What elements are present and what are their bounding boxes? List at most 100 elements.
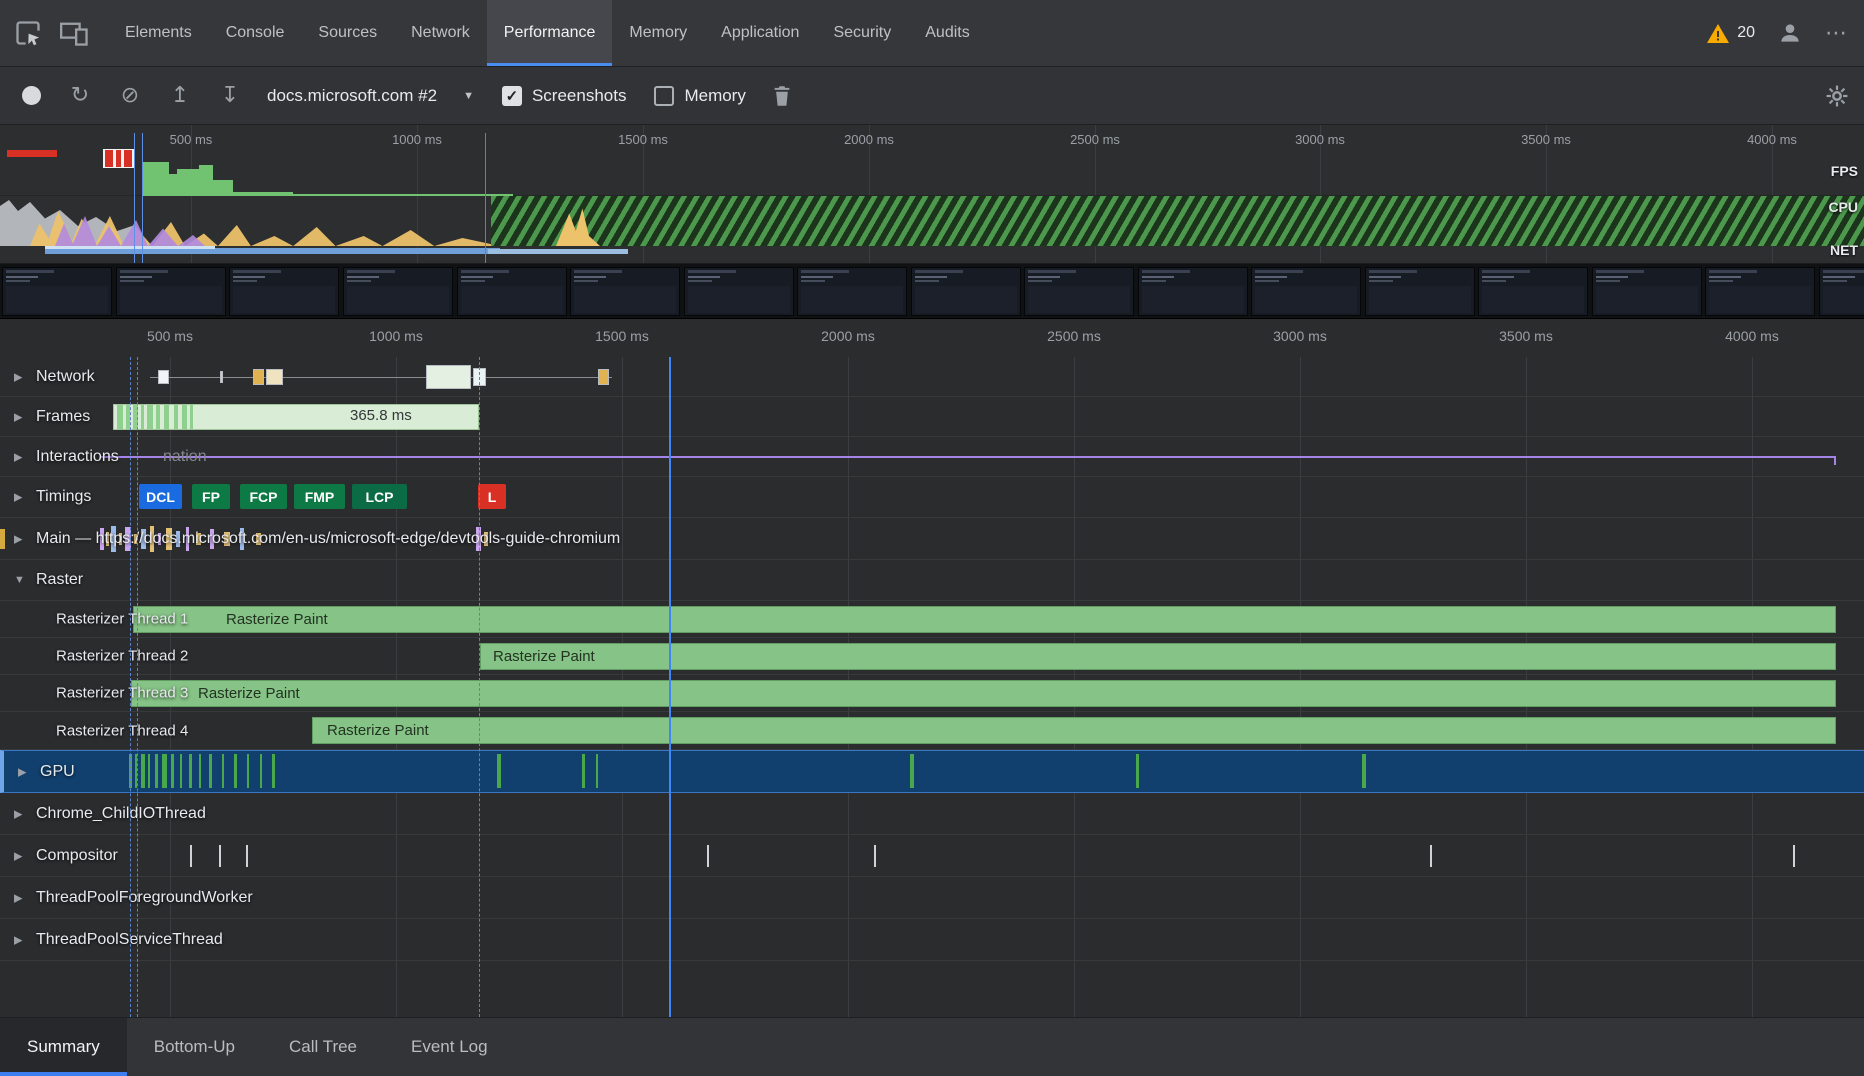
disclosure-arrow-icon[interactable]: ▶ xyxy=(14,410,22,423)
screenshot-thumbnail[interactable] xyxy=(684,267,794,316)
user-icon[interactable] xyxy=(1777,20,1803,46)
track-interactions[interactable]: ▶ Interactions nation xyxy=(0,437,1864,477)
screenshot-thumbnail[interactable] xyxy=(457,267,567,316)
screenshot-thumbnail[interactable] xyxy=(1819,267,1864,316)
screenshot-thumbnail[interactable] xyxy=(797,267,907,316)
disclosure-arrow-icon[interactable]: ▼ xyxy=(14,574,25,586)
track-threadpool-foreground-worker[interactable]: ▶ ThreadPoolForegroundWorker xyxy=(0,877,1864,919)
timing-marker-badge[interactable]: LCP xyxy=(352,484,407,509)
panel-tab[interactable]: Performance xyxy=(487,0,613,66)
details-tab[interactable]: Event Log xyxy=(384,1018,515,1076)
more-options-icon[interactable]: ⋯ xyxy=(1825,21,1848,46)
screenshot-thumbnail[interactable] xyxy=(343,267,453,316)
rasterize-paint-bar[interactable]: Rasterize Paint xyxy=(312,717,1836,744)
screenshot-thumbnail[interactable] xyxy=(1138,267,1248,316)
save-profile-icon[interactable]: ↧ xyxy=(205,85,255,107)
memory-checkbox[interactable] xyxy=(654,86,674,106)
screenshot-thumbnail[interactable] xyxy=(229,267,339,316)
screenshot-thumbnail[interactable] xyxy=(2,267,112,316)
screenshot-thumbnail[interactable] xyxy=(1365,267,1475,316)
disclosure-arrow-icon[interactable]: ▶ xyxy=(14,849,22,862)
panel-tab[interactable]: Security xyxy=(816,0,908,66)
track-frames[interactable]: 365.8 ms ▶ Frames xyxy=(0,397,1864,437)
panel-tab[interactable]: Sources xyxy=(301,0,394,66)
track-rasterizer-thread-3[interactable]: Rasterize Paint Rasterizer Thread 3 xyxy=(0,675,1864,712)
details-tab[interactable]: Bottom-Up xyxy=(127,1018,262,1076)
track-raster[interactable]: ▼ Raster xyxy=(0,560,1864,601)
track-threadpool-service-thread[interactable]: ▶ ThreadPoolServiceThread xyxy=(0,919,1864,961)
track-gpu[interactable]: ▶ GPU xyxy=(0,750,1864,793)
details-tab[interactable]: Summary xyxy=(0,1018,127,1076)
overview-ruler-label: 4000 ms xyxy=(1747,132,1797,147)
network-request-bar[interactable] xyxy=(426,365,471,389)
panel-tab[interactable]: Console xyxy=(209,0,302,66)
screenshot-thumbnail[interactable] xyxy=(570,267,680,316)
device-toolbar-icon[interactable] xyxy=(60,20,90,46)
screenshots-checkbox-group[interactable]: ✓ Screenshots xyxy=(502,86,627,106)
panel-tab[interactable]: Network xyxy=(394,0,487,66)
panel-tab[interactable]: Application xyxy=(704,0,816,66)
track-rasterizer-thread-2[interactable]: Rasterize Paint Rasterizer Thread 2 xyxy=(0,638,1864,675)
timing-marker-badge[interactable]: FMP xyxy=(294,484,345,509)
disclosure-arrow-icon[interactable]: ▶ xyxy=(14,370,22,383)
disclosure-arrow-icon[interactable]: ▶ xyxy=(14,491,22,504)
screenshot-filmstrip[interactable] xyxy=(0,264,1864,319)
timing-marker-badge[interactable]: FP xyxy=(192,484,230,509)
rasterize-paint-bar[interactable]: Rasterize Paint xyxy=(131,680,1836,707)
clear-recording-icon[interactable]: ⊘ xyxy=(105,85,155,107)
details-tab[interactable]: Call Tree xyxy=(262,1018,384,1076)
recording-select[interactable]: docs.microsoft.com #2 ▼ xyxy=(267,86,474,106)
playhead-line[interactable] xyxy=(669,357,671,1017)
track-child-io-thread[interactable]: ▶ Chrome_ChildIOThread xyxy=(0,793,1864,835)
network-request-bar[interactable] xyxy=(253,369,264,385)
capture-settings-gear-icon[interactable] xyxy=(1826,85,1848,107)
timeline-overview[interactable]: 500 ms1000 ms1500 ms2000 ms2500 ms3000 m… xyxy=(0,125,1864,264)
screenshot-thumbnail[interactable] xyxy=(911,267,1021,316)
track-main-thread[interactable]: ▶ Main — https://docs.microsoft.com/en-u… xyxy=(0,518,1864,560)
disclosure-arrow-icon[interactable]: ▶ xyxy=(14,933,22,946)
frame-segment xyxy=(117,405,123,429)
disclosure-arrow-icon[interactable]: ▶ xyxy=(14,807,22,820)
screenshot-thumbnail[interactable] xyxy=(1024,267,1134,316)
screenshot-thumbnail[interactable] xyxy=(1251,267,1361,316)
disclosure-arrow-icon[interactable]: ▶ xyxy=(14,450,22,463)
timing-marker-badge[interactable]: FCP xyxy=(240,484,287,509)
delete-recording-icon[interactable] xyxy=(772,85,792,107)
rasterize-paint-bar[interactable]: Rasterize Paint xyxy=(133,606,1836,633)
panel-tab[interactable]: Memory xyxy=(612,0,704,66)
panel-tab[interactable]: Audits xyxy=(908,0,986,66)
network-request-bar[interactable] xyxy=(266,369,283,385)
record-button[interactable] xyxy=(22,86,41,105)
rasterize-paint-bar[interactable]: Rasterize Paint xyxy=(480,643,1836,670)
disclosure-arrow-icon[interactable]: ▶ xyxy=(18,765,26,778)
track-network[interactable]: ▶ Network xyxy=(0,357,1864,397)
memory-checkbox-group[interactable]: Memory xyxy=(654,86,745,106)
ruler-label: 2500 ms xyxy=(1047,328,1101,344)
panel-tab[interactable]: Elements xyxy=(108,0,209,66)
track-rasterizer-thread-4[interactable]: Rasterize Paint Rasterizer Thread 4 xyxy=(0,712,1864,750)
screenshot-thumbnail[interactable] xyxy=(1592,267,1702,316)
interaction-span-line[interactable] xyxy=(100,456,1836,458)
overview-window-marker-left[interactable] xyxy=(134,133,135,263)
overview-window-marker[interactable] xyxy=(142,133,143,263)
disclosure-arrow-icon[interactable]: ▶ xyxy=(14,891,22,904)
inspect-element-icon[interactable] xyxy=(14,19,42,47)
track-label: Main — https://docs.microsoft.com/en-us/… xyxy=(36,530,620,548)
track-compositor[interactable]: ▶ Compositor xyxy=(0,835,1864,877)
timing-marker-badge[interactable]: L xyxy=(478,484,506,509)
frame-duration-bar[interactable]: 365.8 ms xyxy=(113,404,479,430)
screenshot-thumbnail[interactable] xyxy=(1478,267,1588,316)
screenshot-thumbnail[interactable] xyxy=(116,267,226,316)
screenshot-thumbnail[interactable] xyxy=(1705,267,1815,316)
network-request-bar[interactable] xyxy=(220,371,223,383)
disclosure-arrow-icon[interactable]: ▶ xyxy=(14,532,22,545)
reload-and-record-icon[interactable]: ↻ xyxy=(55,85,105,107)
network-request-bar[interactable] xyxy=(158,370,169,384)
track-rasterizer-thread-1[interactable]: Rasterize Paint Rasterizer Thread 1 xyxy=(0,601,1864,638)
network-request-bar[interactable] xyxy=(598,369,609,385)
issues-warning-badge[interactable]: 20 xyxy=(1706,23,1755,44)
load-profile-icon[interactable]: ↥ xyxy=(155,85,205,107)
track-timings[interactable]: DCLFPFCPFMPLCPL ▶ Timings xyxy=(0,477,1864,518)
timing-marker-badge[interactable]: DCL xyxy=(139,484,182,509)
screenshots-checkbox[interactable]: ✓ xyxy=(502,86,522,106)
